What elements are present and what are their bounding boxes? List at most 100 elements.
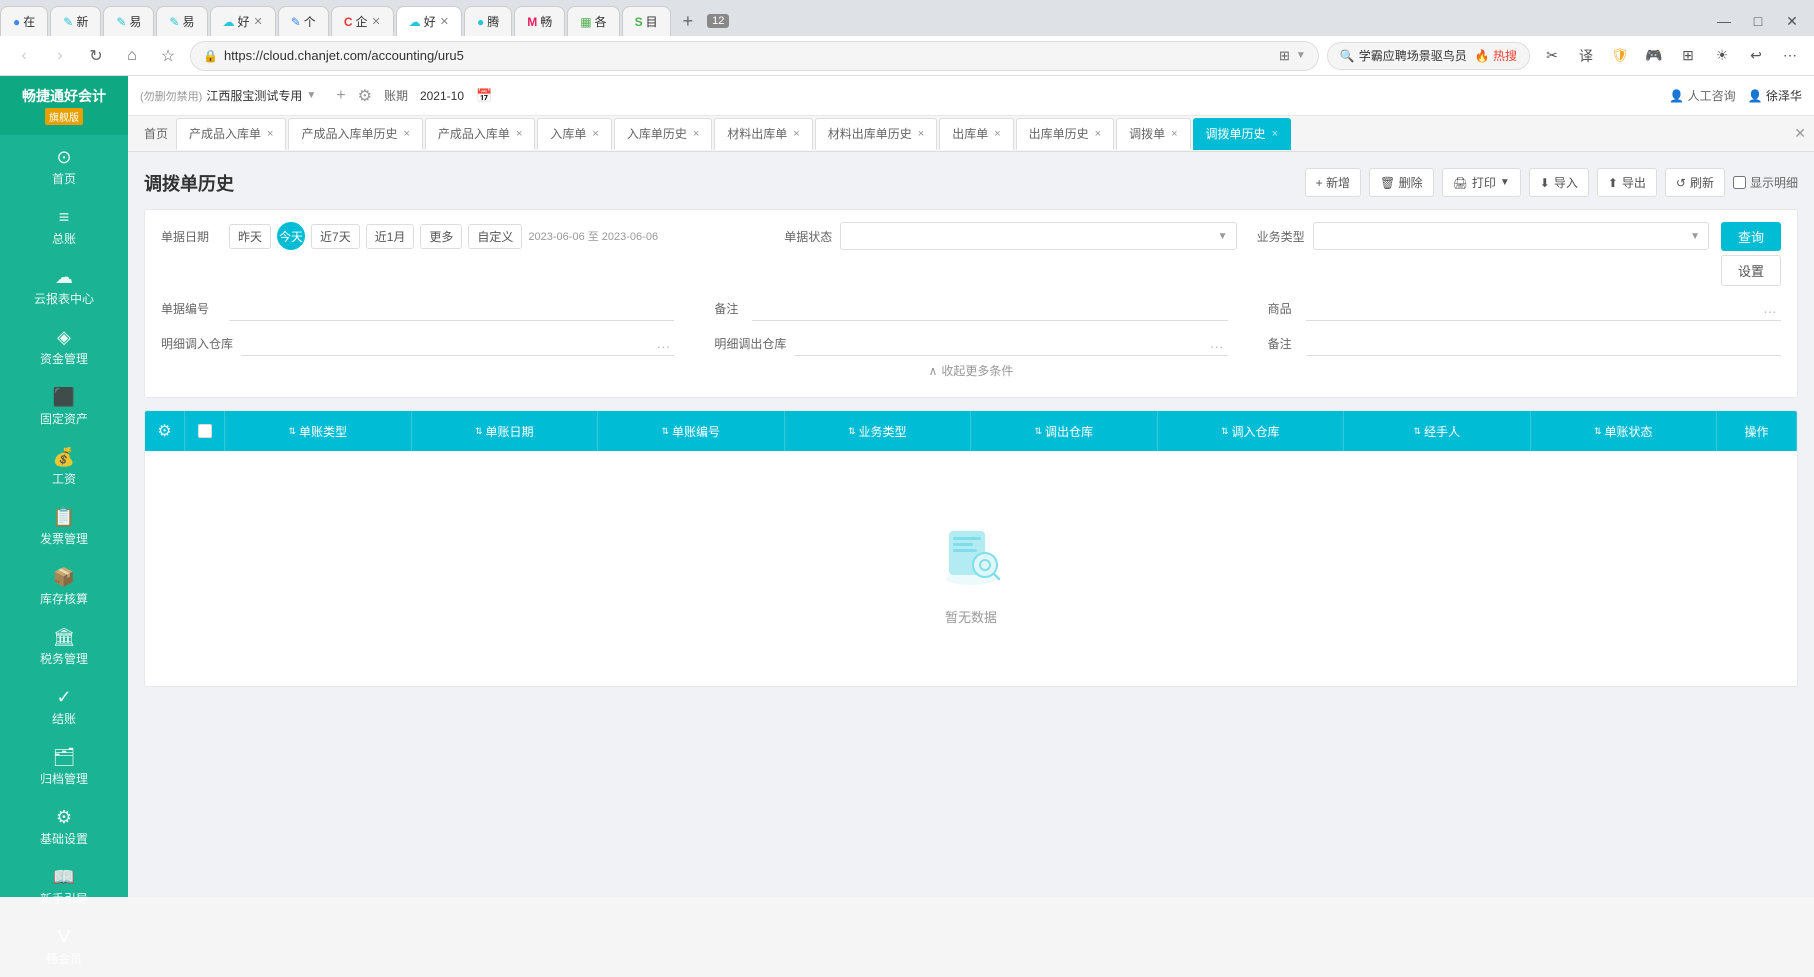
- tab-close-7[interactable]: ✕: [372, 15, 381, 28]
- tab-close-product-inbound[interactable]: ×: [267, 128, 273, 140]
- collapse-button[interactable]: ∧ 收起更多条件: [929, 362, 1014, 379]
- in-warehouse-picker-icon[interactable]: …: [656, 335, 670, 351]
- browser-tab-11[interactable]: ▦ 各: [567, 6, 619, 36]
- minimize-button[interactable]: —: [1710, 7, 1738, 35]
- forward-button[interactable]: ›: [46, 42, 74, 70]
- browser-tab-10[interactable]: M 畅: [514, 6, 565, 36]
- date-1month[interactable]: 近1月: [366, 224, 415, 249]
- company-selector[interactable]: (勿删勿禁用) 江西服宝测试专用 ▼: [140, 87, 316, 104]
- ext-brightness[interactable]: ☀: [1708, 42, 1736, 70]
- out-warehouse-picker-icon[interactable]: …: [1210, 335, 1224, 351]
- th-business-type[interactable]: ⇅ 业务类型: [785, 411, 972, 451]
- th-doc-date[interactable]: ⇅ 单账日期: [412, 411, 599, 451]
- browser-tab-1[interactable]: ● 在: [0, 6, 48, 36]
- sidebar-item-invoice[interactable]: 📋 发票管理: [0, 497, 128, 557]
- query-button[interactable]: 查询: [1721, 222, 1781, 251]
- home-button[interactable]: ⌂: [118, 42, 146, 70]
- th-doc-type[interactable]: ⇅ 单账类型: [225, 411, 412, 451]
- tab-inbound[interactable]: 入库单 ×: [537, 118, 611, 150]
- tab-outbound[interactable]: 出库单 ×: [939, 118, 1013, 150]
- tab-close-inbound-history[interactable]: ×: [693, 128, 699, 140]
- date-today[interactable]: 今天: [277, 222, 305, 250]
- browser-tab-7[interactable]: C 企 ✕: [331, 6, 394, 36]
- ext-scissors[interactable]: ✂: [1538, 42, 1566, 70]
- tab-product-inbound-history[interactable]: 产成品入库单历史 ×: [288, 118, 422, 150]
- th-in-warehouse[interactable]: ⇅ 调入仓库: [1158, 411, 1345, 451]
- bookmark-button[interactable]: ☆: [154, 42, 182, 70]
- display-toggle-checkbox[interactable]: [1733, 176, 1746, 189]
- company-settings-icon[interactable]: ⚙: [358, 86, 372, 106]
- import-button[interactable]: ⬇ 导入: [1529, 168, 1589, 197]
- tab-home[interactable]: 首页: [136, 125, 176, 142]
- search-bar[interactable]: 🔍 学霸应聘场景驱鸟员 🔥 热搜: [1327, 42, 1530, 70]
- date-more[interactable]: 更多: [420, 224, 462, 249]
- tab-close-material-outbound-history[interactable]: ×: [918, 128, 924, 140]
- new-button[interactable]: + 新增: [1305, 168, 1361, 197]
- sidebar-item-home[interactable]: ⊙ 首页: [0, 137, 128, 197]
- refresh-button[interactable]: ↻: [82, 42, 110, 70]
- sidebar-item-inventory[interactable]: 📦 库存核算: [0, 557, 128, 617]
- sidebar-item-member[interactable]: V 畅会员: [0, 917, 128, 977]
- select-all-checkbox[interactable]: [198, 424, 212, 438]
- browser-tab-3[interactable]: ✎ 易: [103, 6, 154, 36]
- sidebar-item-funds[interactable]: ◈ 资金管理: [0, 317, 128, 377]
- browser-tab-9[interactable]: ● 腾: [464, 6, 512, 36]
- tab-product-inbound[interactable]: 产成品入库单 ×: [176, 118, 286, 150]
- gear-button[interactable]: ⚙: [157, 421, 171, 441]
- th-doc-number[interactable]: ⇅ 单账编号: [598, 411, 785, 451]
- sidebar-item-settings[interactable]: ⚙ 基础设置: [0, 797, 128, 857]
- ext-game[interactable]: 🎮: [1640, 42, 1668, 70]
- tab-material-outbound-history[interactable]: 材料出库单历史 ×: [815, 118, 937, 150]
- tab-close-5[interactable]: ✕: [254, 15, 263, 28]
- export-button[interactable]: ⬆ 导出: [1597, 168, 1657, 197]
- th-handler[interactable]: ⇅ 经手人: [1344, 411, 1531, 451]
- ext-translate[interactable]: 译: [1572, 42, 1600, 70]
- out-warehouse-input[interactable]: [794, 331, 1209, 355]
- remark-input[interactable]: [752, 296, 1227, 320]
- add-tab-button[interactable]: +: [673, 7, 704, 36]
- in-warehouse-input[interactable]: [241, 331, 656, 355]
- th-status[interactable]: ⇅ 单账状态: [1531, 411, 1718, 451]
- th-checkbox[interactable]: [185, 411, 225, 451]
- back-button[interactable]: ‹: [10, 42, 38, 70]
- note-input[interactable]: [1306, 331, 1781, 355]
- tab-close-product-inbound-history[interactable]: ×: [403, 128, 409, 140]
- tab-close-transfer-history[interactable]: ×: [1272, 128, 1278, 140]
- browser-tab-4[interactable]: ✎ 易: [156, 6, 207, 36]
- date-custom[interactable]: 自定义: [468, 224, 522, 249]
- goods-picker-icon[interactable]: …: [1763, 300, 1777, 316]
- browser-tab-12[interactable]: S 目: [622, 6, 671, 36]
- sidebar-item-guide[interactable]: 📖 新手引导: [0, 857, 128, 917]
- service-button[interactable]: 👤 人工咨询: [1669, 87, 1735, 104]
- status-select[interactable]: ▼: [840, 222, 1236, 250]
- filter-settings-button[interactable]: 设置: [1721, 255, 1781, 286]
- address-bar[interactable]: 🔒 https://cloud.chanjet.com/accounting/u…: [190, 41, 1319, 71]
- sidebar-item-tax[interactable]: 🏛 税务管理: [0, 617, 128, 677]
- ext-menu[interactable]: ⋯: [1776, 42, 1804, 70]
- docnum-input[interactable]: [229, 296, 674, 320]
- tab-material-outbound[interactable]: 材料出库单 ×: [714, 118, 812, 150]
- sidebar-item-wages[interactable]: 💰 工资: [0, 437, 128, 497]
- sidebar-item-fixed-assets[interactable]: ⬛ 固定资产: [0, 377, 128, 437]
- tab-close-transfer[interactable]: ×: [1171, 128, 1177, 140]
- date-7days[interactable]: 近7天: [311, 224, 360, 249]
- add-company-button[interactable]: +: [336, 87, 345, 105]
- tab-outbound-history[interactable]: 出库单历史 ×: [1016, 118, 1114, 150]
- tab-close-8[interactable]: ✕: [440, 15, 449, 28]
- tab-close-inbound[interactable]: ×: [592, 128, 598, 140]
- sidebar-item-ledger[interactable]: ≡ 总账: [0, 197, 128, 257]
- tab-close-product-inbound-2[interactable]: ×: [516, 128, 522, 140]
- tab-inbound-history[interactable]: 入库单历史 ×: [614, 118, 712, 150]
- delete-button[interactable]: 🗑 删除: [1369, 168, 1434, 197]
- sidebar-item-closing[interactable]: ✓ 结账: [0, 677, 128, 737]
- user-profile[interactable]: 👤 徐泽华: [1748, 87, 1802, 104]
- business-type-select[interactable]: ▼: [1313, 222, 1709, 250]
- ext-shield[interactable]: 🛡: [1606, 42, 1634, 70]
- sidebar-item-archive[interactable]: 🗂 归档管理: [0, 737, 128, 797]
- tab-close-outbound-history[interactable]: ×: [1095, 128, 1101, 140]
- date-yesterday[interactable]: 昨天: [229, 224, 271, 249]
- calendar-icon[interactable]: 📅: [476, 88, 492, 104]
- browser-tab-8[interactable]: ☁ 好 ✕: [396, 6, 462, 36]
- browser-tab-6[interactable]: ✎ 个: [278, 6, 329, 36]
- print-button[interactable]: 🖨 打印 ▼: [1442, 168, 1521, 197]
